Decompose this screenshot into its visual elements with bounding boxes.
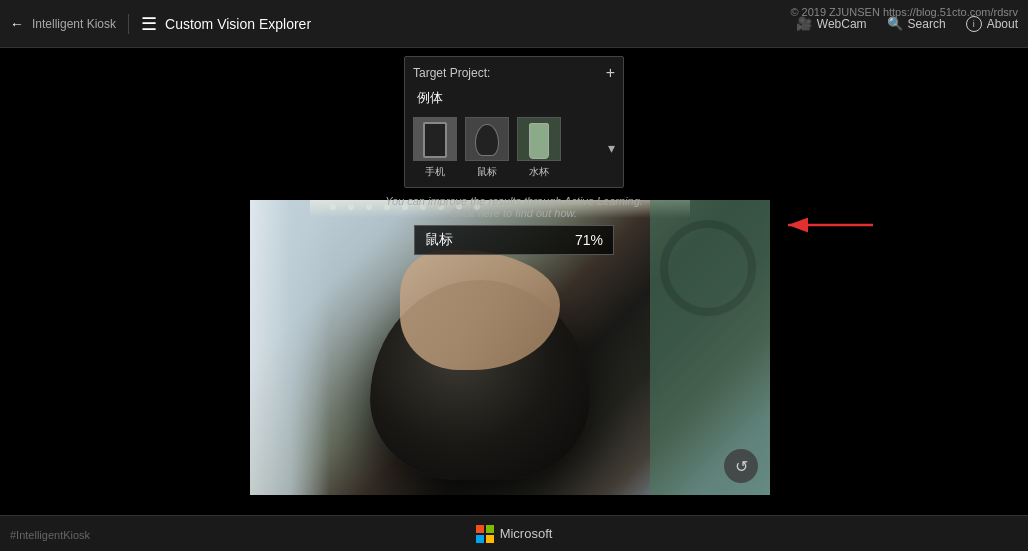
bottom-bar: Microsoft #IntelligentKiosk bbox=[0, 515, 1028, 551]
webcam-icon: 🎥 bbox=[796, 16, 812, 31]
light-dot-1 bbox=[330, 204, 336, 210]
hashtag-text: #IntelligentKiosk bbox=[10, 529, 90, 541]
project-label-row: Target Project: + bbox=[413, 65, 615, 81]
light-dot-3 bbox=[366, 204, 372, 210]
tag-label-phone: 手机 bbox=[425, 165, 445, 179]
tag-item-phone[interactable]: 手机 bbox=[413, 117, 457, 179]
camera-window-light bbox=[250, 200, 330, 495]
search-label: Search bbox=[908, 17, 946, 31]
window-title: Intelligent Kiosk bbox=[32, 17, 116, 31]
ms-square-green bbox=[486, 525, 494, 533]
tag-thumb-cup bbox=[517, 117, 561, 161]
tag-label-mouse: 鼠标 bbox=[477, 165, 497, 179]
webcam-label: WebCam bbox=[817, 17, 867, 31]
add-project-button[interactable]: + bbox=[606, 65, 615, 81]
divider bbox=[128, 14, 129, 34]
ms-squares-icon bbox=[476, 525, 494, 543]
detection-label: 鼠标 bbox=[425, 231, 453, 249]
arrow-annotation bbox=[778, 210, 878, 244]
target-project-label: Target Project: bbox=[413, 66, 490, 80]
refresh-icon: ↺ bbox=[735, 457, 748, 476]
microsoft-label: Microsoft bbox=[500, 526, 553, 541]
detection-percent: 71% bbox=[575, 232, 603, 248]
light-dot-2 bbox=[348, 204, 354, 210]
tags-dropdown-icon[interactable]: ▾ bbox=[608, 140, 615, 156]
detection-result-bar: 鼠标 71% bbox=[414, 225, 614, 255]
tag-item-cup[interactable]: 水杯 bbox=[517, 117, 561, 179]
about-label: About bbox=[987, 17, 1018, 31]
back-button[interactable]: ← bbox=[10, 16, 24, 32]
ms-square-red bbox=[476, 525, 484, 533]
search-button[interactable]: 🔍 Search bbox=[887, 16, 946, 31]
tag-thumb-mouse bbox=[465, 117, 509, 161]
project-panel: Target Project: + 例体 手机 鼠标 水杯 ▾ bbox=[404, 56, 624, 188]
ms-square-blue bbox=[476, 535, 484, 543]
microsoft-logo: Microsoft bbox=[476, 525, 553, 543]
app-title: Custom Vision Explorer bbox=[165, 16, 311, 32]
refresh-button[interactable]: ↺ bbox=[724, 449, 758, 483]
tags-row: 手机 鼠标 水杯 ▾ bbox=[413, 117, 615, 179]
hamburger-icon[interactable]: ☰ bbox=[141, 13, 157, 35]
search-icon: 🔍 bbox=[887, 16, 903, 31]
tag-label-cup: 水杯 bbox=[529, 165, 549, 179]
active-learning-line1: You can improve the results through Acti… bbox=[385, 195, 643, 207]
active-learning-message[interactable]: You can improve the results through Acti… bbox=[385, 195, 643, 219]
tag-thumb-phone bbox=[413, 117, 457, 161]
tag-item-mouse[interactable]: 鼠标 bbox=[465, 117, 509, 179]
webcam-button[interactable]: 🎥 WebCam bbox=[796, 16, 867, 31]
active-learning-line2: Click here to find out how. bbox=[385, 207, 643, 219]
watermark: © 2019 ZJUNSEN https://blog.51cto.com/rd… bbox=[790, 6, 1028, 18]
camera-cloth bbox=[650, 200, 770, 495]
ms-square-yellow bbox=[486, 535, 494, 543]
project-name: 例体 bbox=[413, 87, 615, 109]
